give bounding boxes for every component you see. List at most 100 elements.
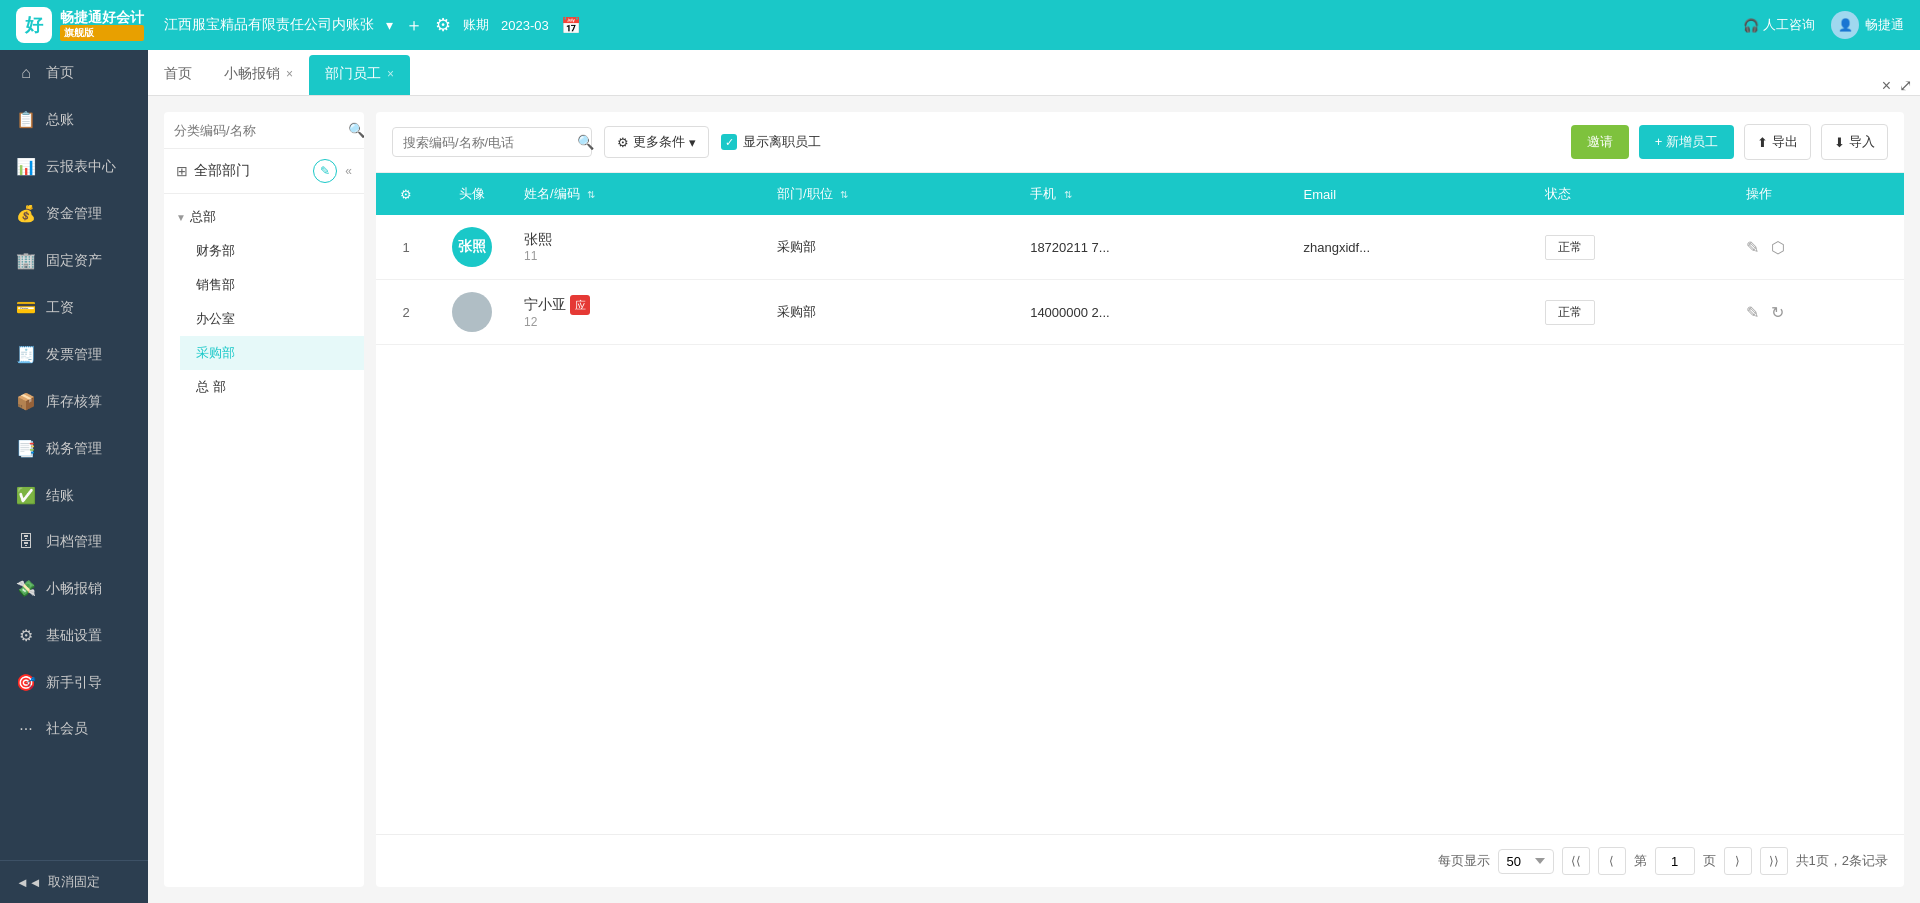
payroll-icon: 💳 xyxy=(16,298,36,317)
tab-close-btn[interactable]: × xyxy=(1882,77,1891,95)
company-name: 江西服宝精品有限责任公司内账张 xyxy=(164,16,374,34)
invite-btn[interactable]: 邀请 xyxy=(1571,125,1629,159)
more-action-icon[interactable]: ⬡ xyxy=(1771,238,1785,257)
ledger-icon: 📋 xyxy=(16,110,36,129)
calendar-icon[interactable]: 📅 xyxy=(561,16,581,35)
more-icon: ··· xyxy=(16,720,36,738)
user-avatar: 👤 xyxy=(1831,11,1859,39)
main-layout: ⌂ 首页 📋 总账 📊 云报表中心 💰 资金管理 🏢 固定资产 💳 工资 xyxy=(0,50,1920,903)
sidebar-item-archive[interactable]: 🗄 归档管理 xyxy=(0,519,148,565)
col-action: 操作 xyxy=(1730,173,1904,215)
sidebar-pin-toggle[interactable]: ◄◄ 取消固定 xyxy=(0,860,148,903)
sidebar-item-settings[interactable]: ⚙ 基础设置 xyxy=(0,612,148,659)
employee-avatar xyxy=(452,292,492,332)
sidebar-item-inventory[interactable]: 📦 库存核算 xyxy=(0,378,148,425)
col-phone[interactable]: 手机 ⇅ xyxy=(1014,173,1287,215)
toolbar-right: 邀请 + 新增员工 ⬆ 导出 ⬇ 导入 xyxy=(1571,124,1888,160)
sidebar-item-expense[interactable]: 💸 小畅报销 xyxy=(0,565,148,612)
dept-item-office[interactable]: 办公室 xyxy=(180,302,364,336)
emp-search-input[interactable] xyxy=(403,135,571,150)
tab-dept-close[interactable]: × xyxy=(387,67,394,81)
content-area: 首页 小畅报销 × 部门员工 × × ⤢ 🔍 xyxy=(148,50,1920,903)
edit-icon[interactable]: ✎ xyxy=(1746,238,1759,257)
sidebar-item-home[interactable]: ⌂ 首页 xyxy=(0,50,148,96)
dept-search-icon[interactable]: 🔍 xyxy=(348,122,364,138)
sidebar-item-ledger[interactable]: 📋 总账 xyxy=(0,96,148,143)
sidebar-label-more: 社会员 xyxy=(46,720,88,738)
tab-home[interactable]: 首页 xyxy=(148,55,208,95)
support-btn[interactable]: 🎧 人工咨询 xyxy=(1743,16,1815,34)
import-btn[interactable]: ⬇ 导入 xyxy=(1821,124,1888,160)
company-dropdown-btn[interactable]: ▾ xyxy=(386,17,393,33)
settings-icon-btn[interactable]: ⚙ xyxy=(435,14,451,36)
dept-finance-label: 财务部 xyxy=(196,242,235,260)
sidebar-label-invoice: 发票管理 xyxy=(46,346,102,364)
tab-expand-btn[interactable]: ⤢ xyxy=(1899,76,1912,95)
show-resigned-checkbox[interactable]: ✓ xyxy=(721,134,737,150)
sidebar-item-checkout[interactable]: ✅ 结账 xyxy=(0,472,148,519)
inventory-icon: 📦 xyxy=(16,392,36,411)
tab-dept-employee[interactable]: 部门员工 × xyxy=(309,55,410,95)
page-input[interactable] xyxy=(1655,847,1695,875)
col-email-label: Email xyxy=(1304,187,1337,202)
dept-item-hq[interactable]: 总 部 xyxy=(180,370,364,404)
show-resigned-toggle[interactable]: ✓ 显示离职员工 xyxy=(721,133,821,151)
header-center: 江西服宝精品有限责任公司内账张 ▾ ＋ ⚙ 账期 2023-03 📅 xyxy=(164,13,1743,37)
col-dept[interactable]: 部门/职位 ⇅ xyxy=(761,173,1014,215)
app-logo: 好 畅捷通好会计 旗舰版 xyxy=(16,7,164,43)
sidebar-item-reports[interactable]: 📊 云报表中心 xyxy=(0,143,148,190)
sort-name-icon: ⇅ xyxy=(587,189,595,200)
export-btn[interactable]: ⬆ 导出 xyxy=(1744,124,1811,160)
filter-btn[interactable]: ⚙ 更多条件 ▾ xyxy=(604,126,709,158)
dept-all-label[interactable]: 全部部门 xyxy=(194,162,250,180)
dept-item-purchase[interactable]: 采购部 xyxy=(180,336,364,370)
first-page-btn[interactable]: ⟨⟨ xyxy=(1562,847,1590,875)
edit-icon[interactable]: ✎ xyxy=(1746,303,1759,322)
sidebar-item-payroll[interactable]: 💳 工资 xyxy=(0,284,148,331)
page-size-label: 每页显示 xyxy=(1438,852,1490,870)
sidebar-item-more[interactable]: ··· 社会员 xyxy=(0,706,148,752)
next-page-btn[interactable]: ⟩ xyxy=(1724,847,1752,875)
sidebar-item-guide[interactable]: 🎯 新手引导 xyxy=(0,659,148,706)
sidebar-item-funds[interactable]: 💰 资金管理 xyxy=(0,190,148,237)
add-employee-btn[interactable]: + 新增员工 xyxy=(1639,125,1734,159)
employee-code: 12 xyxy=(524,315,745,329)
filter-arrow: ▾ xyxy=(689,135,696,150)
last-page-btn[interactable]: ⟩⟩ xyxy=(1760,847,1788,875)
dept-item-sales[interactable]: 销售部 xyxy=(180,268,364,302)
tab-expense-close[interactable]: × xyxy=(286,67,293,81)
sidebar-item-assets[interactable]: 🏢 固定资产 xyxy=(0,237,148,284)
grid-icon: ⊞ xyxy=(176,163,188,179)
filter-icon: ⚙ xyxy=(617,135,629,150)
cell-dept: 采购部 xyxy=(761,215,1014,280)
dept-panel: 🔍 ⊞ 全部部门 ✎ « ▼ 总部 xyxy=(164,112,364,887)
filter-label: 更多条件 xyxy=(633,133,685,151)
cell-actions: ✎ ↻ xyxy=(1730,280,1904,345)
add-tab-btn[interactable]: ＋ xyxy=(405,13,423,37)
emp-search-icon[interactable]: 🔍 xyxy=(577,134,594,150)
sidebar-label-assets: 固定资产 xyxy=(46,252,102,270)
sidebar-scroll: ⌂ 首页 📋 总账 📊 云报表中心 💰 资金管理 🏢 固定资产 💳 工资 xyxy=(0,50,148,860)
period-label: 账期 xyxy=(463,16,489,34)
more-action-icon[interactable]: ↻ xyxy=(1771,303,1784,322)
dept-children: 财务部 销售部 办公室 采购部 总 部 xyxy=(164,234,364,404)
pin-icon: ◄◄ xyxy=(16,875,42,890)
dept-item-general[interactable]: ▼ 总部 xyxy=(164,200,364,234)
col-name[interactable]: 姓名/编码 ⇅ xyxy=(508,173,761,215)
col-settings[interactable]: ⚙ xyxy=(376,173,436,215)
tab-expense[interactable]: 小畅报销 × xyxy=(208,55,309,95)
sidebar-item-invoice[interactable]: 🧾 发票管理 xyxy=(0,331,148,378)
dept-search-input[interactable] xyxy=(174,123,342,138)
sidebar-item-tax[interactable]: 📑 税务管理 xyxy=(0,425,148,472)
home-icon: ⌂ xyxy=(16,64,36,82)
expense-icon: 💸 xyxy=(16,579,36,598)
dept-collapse-btn[interactable]: « xyxy=(345,164,352,178)
dept-edit-btn[interactable]: ✎ xyxy=(313,159,337,183)
col-status-label: 状态 xyxy=(1545,186,1571,201)
col-phone-label: 手机 xyxy=(1030,186,1056,201)
cell-name: 张熙 11 xyxy=(508,215,761,280)
prev-page-btn[interactable]: ⟨ xyxy=(1598,847,1626,875)
dept-item-finance[interactable]: 财务部 xyxy=(180,234,364,268)
col-status: 状态 xyxy=(1529,173,1730,215)
page-size-select[interactable]: 50 10 20 100 xyxy=(1498,849,1554,874)
